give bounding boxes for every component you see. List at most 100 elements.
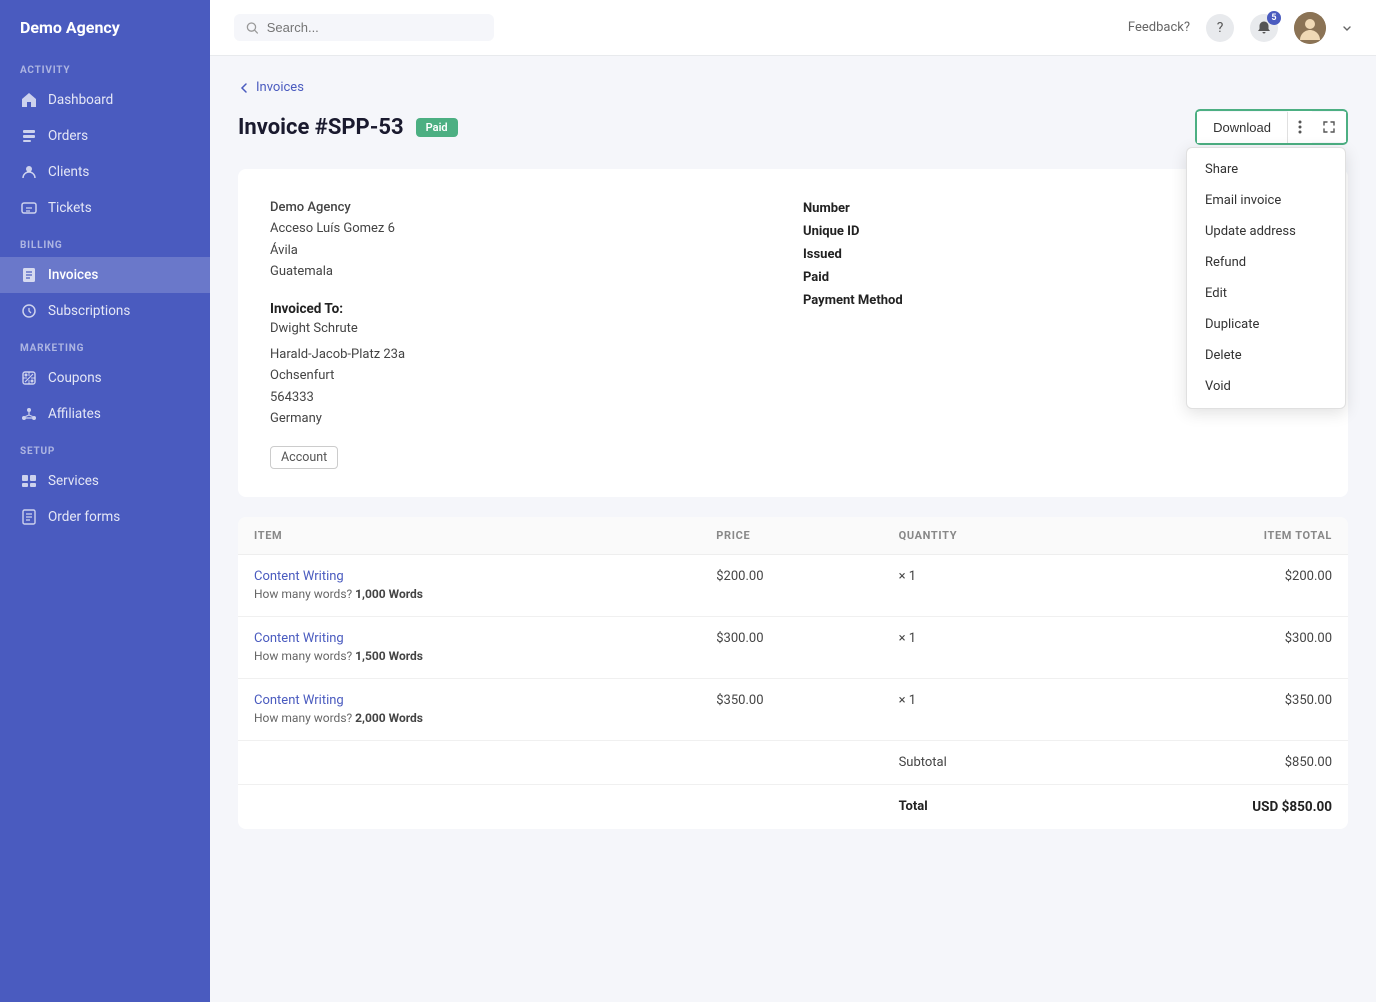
brand-logo: Demo Agency: [0, 0, 210, 51]
feedback-button[interactable]: Feedback?: [1128, 20, 1190, 35]
item-cell-1: Content Writing How many words? 1,000 Wo…: [238, 554, 700, 616]
invoice-from: Demo Agency Acceso Luís Gomez 6 Ávila Gu…: [270, 197, 783, 283]
item-name-link-2[interactable]: Content Writing: [254, 631, 684, 646]
table-row: Content Writing How many words? 1,000 Wo…: [238, 554, 1348, 616]
sidebar-item-services[interactable]: Services: [0, 463, 210, 499]
dropdown-share[interactable]: Share: [1187, 154, 1345, 185]
item-qty-2: × 1: [883, 616, 1091, 678]
to-country: Germany: [270, 408, 783, 429]
invoices-icon: [20, 266, 38, 284]
item-total-3: $350.00: [1091, 678, 1348, 740]
sidebar-item-affiliates[interactable]: Affiliates: [0, 396, 210, 432]
item-name-link-1[interactable]: Content Writing: [254, 569, 684, 584]
sidebar-item-subscriptions[interactable]: Subscriptions: [0, 293, 210, 329]
sidebar-item-coupons[interactable]: Coupons: [0, 360, 210, 396]
notifications-button[interactable]: 5: [1250, 14, 1278, 42]
dropdown-email-invoice[interactable]: Email invoice: [1187, 185, 1345, 216]
dropdown-void[interactable]: Void: [1187, 371, 1345, 402]
sidebar: Demo Agency ACTIVITY Dashboard Orders Cl…: [0, 0, 210, 1002]
page-title-wrap: Invoice #SPP-53 Paid: [238, 115, 458, 140]
table-row: Content Writing How many words? 2,000 Wo…: [238, 678, 1348, 740]
total-label: Total: [883, 784, 1091, 829]
subtotal-row: Subtotal $850.00: [238, 740, 1348, 784]
sidebar-item-dashboard[interactable]: Dashboard: [0, 82, 210, 118]
chevron-down-icon: [1342, 23, 1352, 33]
vertical-dots-icon: [1298, 119, 1302, 135]
search-wrap[interactable]: [234, 14, 494, 41]
dropdown-duplicate[interactable]: Duplicate: [1187, 309, 1345, 340]
expand-icon: [1322, 120, 1336, 134]
more-options-icon-button[interactable]: [1288, 111, 1312, 143]
table-header-row: ITEM PRICE QUANTITY ITEM TOTAL: [238, 517, 1348, 555]
breadcrumb[interactable]: Invoices: [238, 80, 1348, 95]
to-name: Dwight Schrute: [270, 321, 783, 336]
page-title: Invoice #SPP-53: [238, 115, 404, 140]
dropdown-delete[interactable]: Delete: [1187, 340, 1345, 371]
item-price-3: $350.00: [700, 678, 882, 740]
item-desc-3: How many words? 2,000 Words: [254, 711, 423, 725]
to-postal: 564333: [270, 387, 783, 408]
chevron-left-icon: [238, 82, 250, 94]
subtotal-value: $850.00: [1091, 740, 1348, 784]
total-row: Total USD $850.00: [238, 784, 1348, 829]
from-address1: Acceso Luís Gomez 6: [270, 218, 783, 239]
table-row: Content Writing How many words? 1,500 Wo…: [238, 616, 1348, 678]
dropdown-edit[interactable]: Edit: [1187, 278, 1345, 309]
user-avatar[interactable]: [1294, 12, 1326, 44]
dropdown-refund[interactable]: Refund: [1187, 247, 1345, 278]
topbar-right: Feedback? ? 5: [1128, 12, 1352, 44]
item-cell-2: Content Writing How many words? 1,500 Wo…: [238, 616, 700, 678]
from-city: Ávila: [270, 240, 783, 261]
sidebar-item-orders[interactable]: Orders: [0, 118, 210, 154]
col-price: PRICE: [700, 517, 882, 555]
section-label-billing: BILLING: [0, 226, 210, 257]
col-item: ITEM: [238, 517, 700, 555]
topbar: Feedback? ? 5: [210, 0, 1376, 56]
dropdown-menu: Share Email invoice Update address Refun…: [1186, 147, 1346, 409]
page-content: Invoices Invoice #SPP-53 Paid Download S…: [210, 56, 1376, 1002]
item-total-2: $300.00: [1091, 616, 1348, 678]
clients-icon: [20, 163, 38, 181]
section-label-marketing: MARKETING: [0, 329, 210, 360]
sidebar-item-clients[interactable]: Clients: [0, 154, 210, 190]
from-country: Guatemala: [270, 261, 783, 282]
account-tag[interactable]: Account: [270, 446, 338, 469]
order-forms-icon: [20, 508, 38, 526]
status-badge: Paid: [416, 118, 458, 137]
search-input[interactable]: [267, 20, 482, 35]
item-desc-2: How many words? 1,500 Words: [254, 649, 423, 663]
sidebar-item-invoices[interactable]: Invoices: [0, 257, 210, 293]
notification-count: 5: [1267, 11, 1281, 25]
items-table: ITEM PRICE QUANTITY ITEM TOTAL Content W…: [238, 517, 1348, 829]
to-address1: Harald-Jacob-Platz 23a: [270, 344, 783, 365]
item-total-1: $200.00: [1091, 554, 1348, 616]
invoice-details-card: Demo Agency Acceso Luís Gomez 6 Ávila Gu…: [238, 169, 1348, 497]
services-icon: [20, 472, 38, 490]
main-content: Feedback? ? 5 Invoices Invoice #SPP-53 P: [210, 0, 1376, 1002]
item-cell-3: Content Writing How many words? 2,000 Wo…: [238, 678, 700, 740]
col-quantity: QUANTITY: [883, 517, 1091, 555]
dropdown-update-address[interactable]: Update address: [1187, 216, 1345, 247]
close-panel-button[interactable]: [1312, 112, 1346, 142]
invoice-from-section: Demo Agency Acceso Luís Gomez 6 Ávila Gu…: [270, 197, 783, 469]
total-value: USD $850.00: [1091, 784, 1348, 829]
coupons-icon: [20, 369, 38, 387]
item-qty-1: × 1: [883, 554, 1091, 616]
search-icon: [246, 21, 259, 35]
item-name-link-3[interactable]: Content Writing: [254, 693, 684, 708]
invoice-layout: Demo Agency Acceso Luís Gomez 6 Ávila Gu…: [270, 197, 1316, 469]
download-button[interactable]: Download: [1197, 112, 1288, 143]
tickets-icon: [20, 199, 38, 217]
sidebar-item-tickets[interactable]: Tickets: [0, 190, 210, 226]
subscriptions-icon: [20, 302, 38, 320]
help-icon-button[interactable]: ?: [1206, 14, 1234, 42]
header-actions: Download Share Email invoice Update addr…: [1195, 109, 1348, 145]
sidebar-item-order-forms[interactable]: Order forms: [0, 499, 210, 535]
to-city: Ochsenfurt: [270, 365, 783, 386]
home-icon: [20, 91, 38, 109]
item-qty-3: × 1: [883, 678, 1091, 740]
subtotal-label: Subtotal: [883, 740, 1091, 784]
section-label-activity: ACTIVITY: [0, 51, 210, 82]
item-price-2: $300.00: [700, 616, 882, 678]
orders-icon: [20, 127, 38, 145]
